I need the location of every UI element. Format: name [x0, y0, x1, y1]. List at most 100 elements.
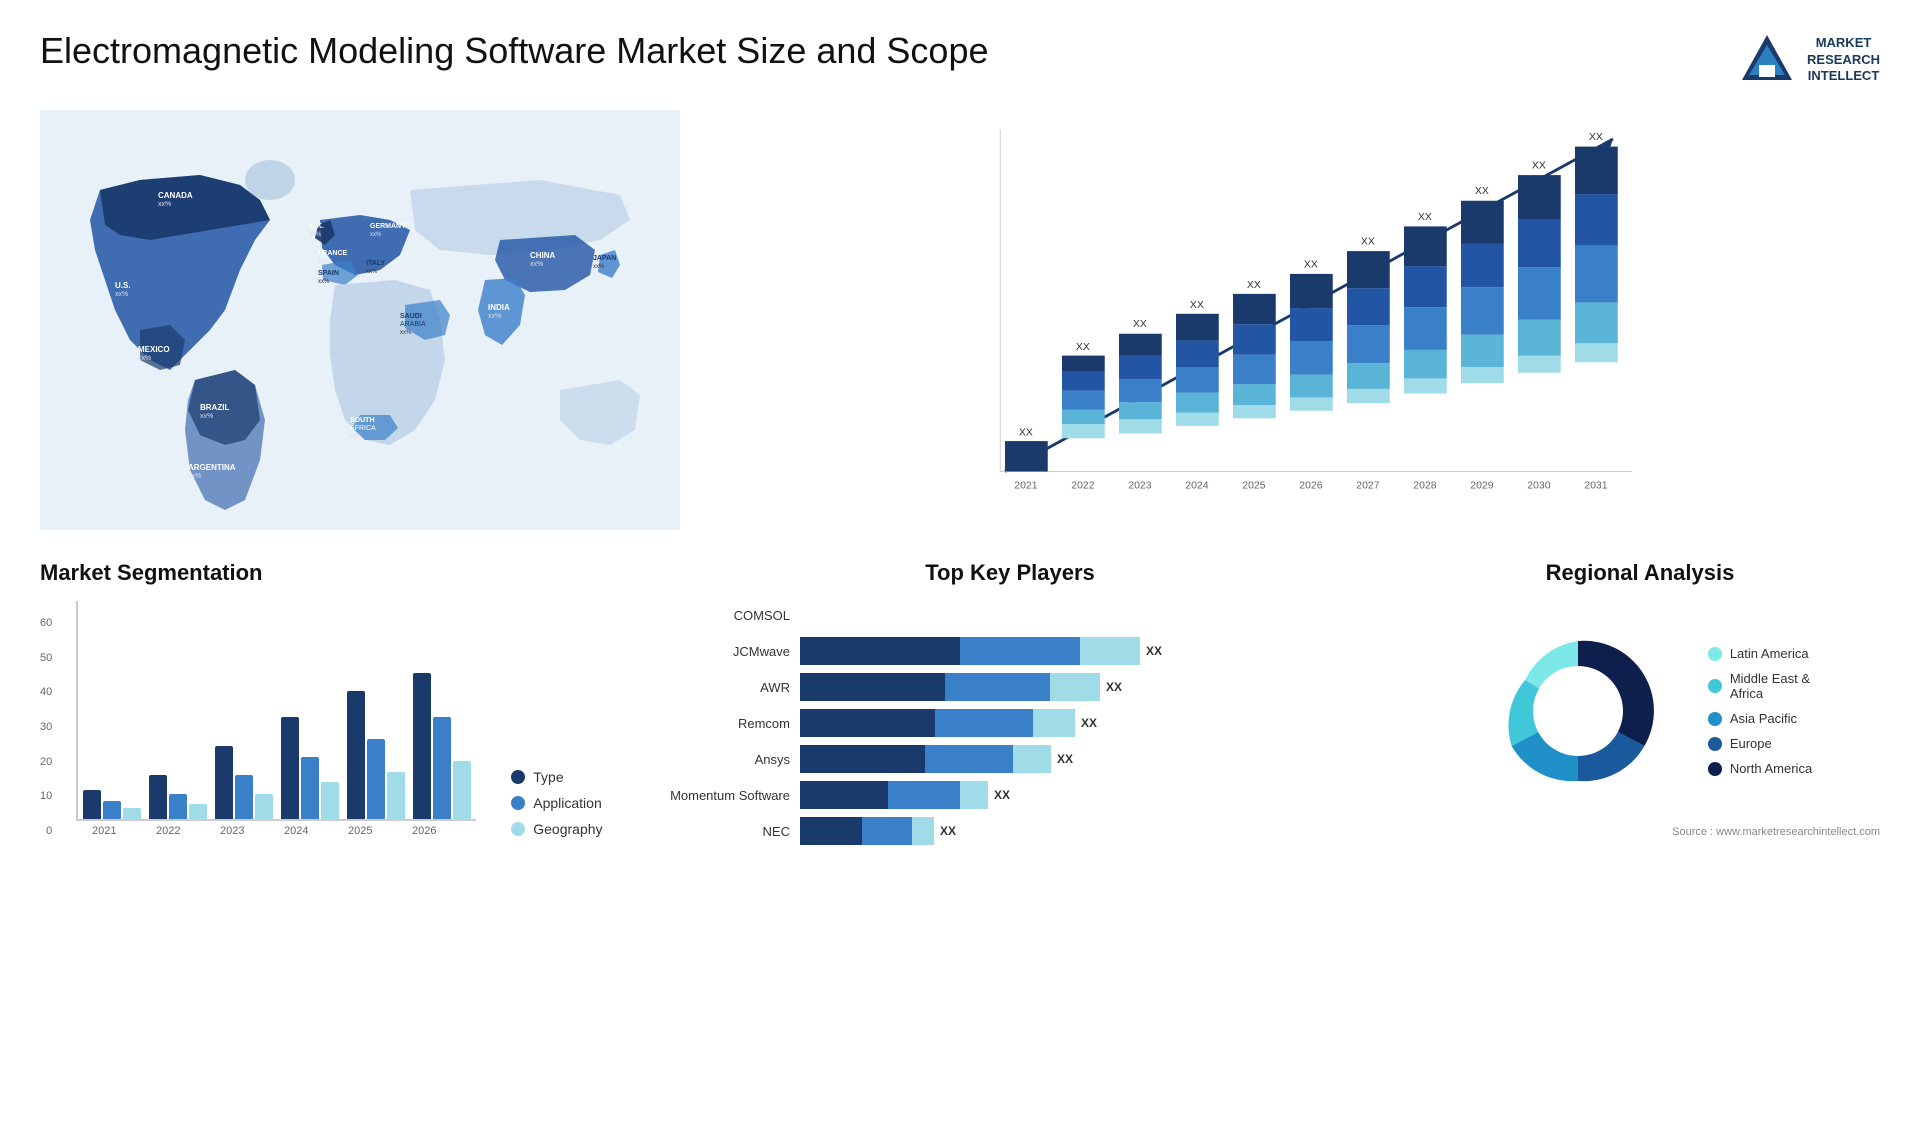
- svg-text:SOUTH: SOUTH: [350, 417, 375, 424]
- bar-chart-section: XX 2021 XX 2022: [700, 110, 1880, 540]
- player-name-ansys: Ansys: [650, 752, 790, 767]
- svg-text:2023: 2023: [1128, 481, 1151, 492]
- key-players-title: Top Key Players: [650, 560, 1370, 586]
- seg-legend: Type Application Geography: [496, 769, 602, 837]
- donut-center: [1533, 666, 1623, 756]
- regional-title: Regional Analysis: [1400, 560, 1880, 586]
- svg-text:XX: XX: [1247, 280, 1261, 291]
- bar-2027: XX 2027: [1347, 236, 1390, 491]
- legend-color-application: [511, 796, 525, 810]
- svg-text:2030: 2030: [1527, 481, 1550, 492]
- seg-bar-group-2021: [83, 790, 141, 819]
- svg-text:XX: XX: [1361, 236, 1375, 247]
- legend-north-america: North America: [1708, 761, 1812, 776]
- svg-text:xx%: xx%: [310, 232, 322, 238]
- legend-label-asia-pacific: Asia Pacific: [1730, 711, 1797, 726]
- svg-text:AFRICA: AFRICA: [350, 425, 376, 432]
- svg-text:SPAIN: SPAIN: [318, 270, 339, 277]
- svg-text:ARGENTINA: ARGENTINA: [188, 463, 236, 472]
- legend-label-latin-america: Latin America: [1730, 646, 1809, 661]
- player-name-awr: AWR: [650, 680, 790, 695]
- bar-2025: XX 2025: [1233, 280, 1276, 491]
- svg-text:2025: 2025: [1242, 481, 1265, 492]
- logo-icon: [1737, 30, 1797, 90]
- legend-color-geography: [511, 822, 525, 836]
- seg-bar-type: [83, 790, 101, 819]
- svg-text:BRAZIL: BRAZIL: [200, 403, 229, 412]
- svg-text:ITALY: ITALY: [366, 260, 385, 267]
- logo-text: MARKET RESEARCH INTELLECT: [1807, 35, 1880, 86]
- bar-2031: XX 2031: [1575, 132, 1618, 492]
- page-header: Electromagnetic Modeling Software Market…: [40, 30, 1880, 90]
- seg-y-labels: 60 50 40 30 20 10 0: [40, 617, 52, 837]
- legend-label-geography: Geography: [533, 821, 602, 837]
- bar-2028: XX 2028: [1404, 212, 1447, 492]
- svg-text:xx%: xx%: [158, 201, 171, 208]
- svg-text:xx%: xx%: [370, 232, 382, 238]
- bar-2023: XX 2023: [1119, 319, 1162, 492]
- page-title: Electromagnetic Modeling Software Market…: [40, 30, 988, 72]
- bar-2021: XX 2021: [1005, 427, 1048, 491]
- main-content: CANADA xx% U.S. xx% MEXICO xx% BRAZIL xx…: [40, 110, 1880, 845]
- bar-2030: XX 2030: [1518, 160, 1561, 491]
- player-row-awr: AWR XX: [650, 673, 1370, 701]
- segmentation-section: Market Segmentation 60 50 40 30 20 10 0: [40, 560, 620, 845]
- legend-asia-pacific: Asia Pacific: [1708, 711, 1812, 726]
- svg-text:XX: XX: [1190, 300, 1204, 311]
- donut-container: Latin America Middle East &Africa Asia P…: [1400, 601, 1880, 821]
- bar-2024: XX 2024: [1176, 300, 1219, 492]
- svg-text:2029: 2029: [1470, 481, 1493, 492]
- svg-text:xx%: xx%: [138, 355, 151, 362]
- donut-legend: Latin America Middle East &Africa Asia P…: [1708, 646, 1812, 776]
- svg-text:MEXICO: MEXICO: [138, 345, 170, 354]
- svg-text:XX: XX: [1475, 186, 1489, 197]
- svg-text:U.K.: U.K.: [310, 223, 324, 230]
- player-row-nec: NEC XX: [650, 817, 1370, 845]
- svg-text:CANADA: CANADA: [158, 191, 193, 200]
- svg-text:xx%: xx%: [350, 434, 362, 440]
- svg-text:CHINA: CHINA: [530, 251, 556, 260]
- svg-text:INDIA: INDIA: [488, 303, 510, 312]
- player-bar-momentum: XX: [800, 781, 1370, 809]
- svg-text:XX: XX: [1589, 132, 1603, 143]
- svg-text:2027: 2027: [1356, 481, 1379, 492]
- legend-label-europe: Europe: [1730, 736, 1772, 751]
- player-name-remcom: Remcom: [650, 716, 790, 731]
- seg-chart-container: 60 50 40 30 20 10 0: [40, 601, 620, 837]
- svg-text:xx%: xx%: [318, 279, 330, 285]
- seg-bar-group-2022: [149, 775, 207, 819]
- key-players-section: Top Key Players COMSOL JCMwave: [650, 560, 1370, 845]
- legend-item-geography: Geography: [511, 821, 602, 837]
- legend-label-application: Application: [533, 795, 602, 811]
- player-bar-nec: XX: [800, 817, 1370, 845]
- bottom-row: Market Segmentation 60 50 40 30 20 10 0: [40, 560, 1880, 845]
- player-bar-awr: XX: [800, 673, 1370, 701]
- legend-item-type: Type: [511, 769, 602, 785]
- legend-europe: Europe: [1708, 736, 1812, 751]
- svg-text:2021: 2021: [1014, 481, 1037, 492]
- svg-text:XX: XX: [1304, 259, 1318, 270]
- source-text: Source : www.marketresearchintellect.com: [1400, 826, 1880, 838]
- legend-color-type: [511, 770, 525, 784]
- svg-text:2022: 2022: [1071, 481, 1094, 492]
- player-name-comsol: COMSOL: [650, 608, 790, 623]
- svg-text:xx%: xx%: [593, 264, 605, 270]
- svg-text:2031: 2031: [1584, 481, 1607, 492]
- svg-text:xx%: xx%: [400, 330, 412, 336]
- regional-section: Regional Analysis: [1400, 560, 1880, 845]
- svg-text:SAUDI: SAUDI: [400, 313, 422, 320]
- player-row-remcom: Remcom XX: [650, 709, 1370, 737]
- seg-x-labels: 2021 2022 2023 2024 2025 2026: [76, 825, 476, 837]
- seg-bar-group-2025: [347, 691, 405, 819]
- svg-text:JAPAN: JAPAN: [593, 255, 616, 262]
- legend-latin-america: Latin America: [1708, 646, 1812, 661]
- svg-text:xx%: xx%: [488, 313, 501, 320]
- svg-text:XX: XX: [1019, 427, 1033, 438]
- svg-text:U.S.: U.S.: [115, 281, 131, 290]
- svg-text:xx%: xx%: [366, 269, 378, 275]
- seg-bar-group-2024: [281, 717, 339, 819]
- svg-text:xx%: xx%: [188, 473, 201, 480]
- svg-text:XX: XX: [1076, 342, 1090, 353]
- svg-text:FRANCE: FRANCE: [318, 250, 347, 257]
- map-section: CANADA xx% U.S. xx% MEXICO xx% BRAZIL xx…: [40, 110, 680, 540]
